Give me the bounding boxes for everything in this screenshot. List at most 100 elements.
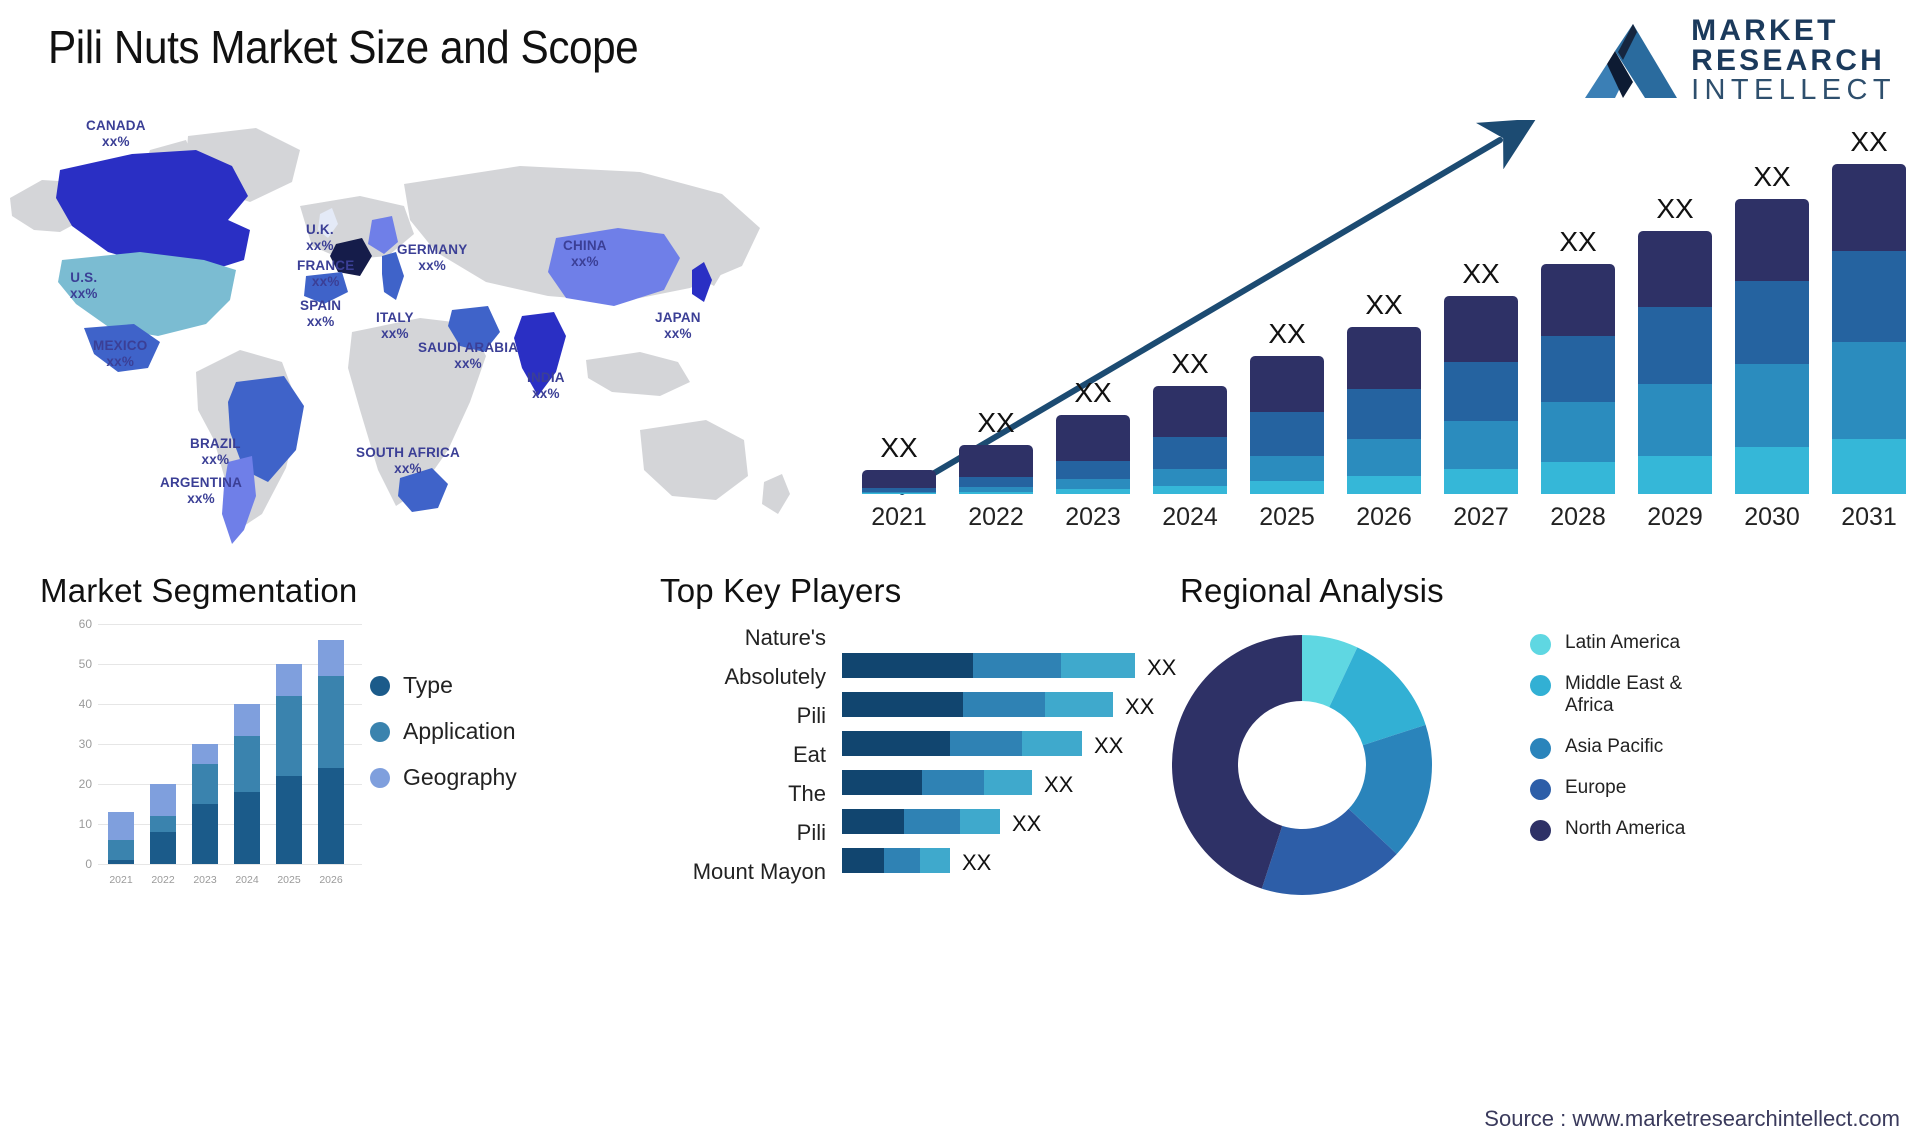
segmentation-bar	[318, 640, 344, 864]
growth-bar-segment	[1638, 230, 1712, 308]
player-bar-segment	[842, 848, 884, 873]
growth-year-label: 2022	[968, 503, 1024, 531]
player-bar-segment	[960, 809, 1000, 834]
legend-dot-icon	[370, 721, 390, 742]
map-label-name: ARGENTINA	[160, 475, 243, 490]
growth-year-label: 2027	[1453, 503, 1509, 531]
growth-bar-segment	[959, 444, 1033, 477]
segmentation-bar-segment	[234, 792, 260, 864]
growth-bar-segment	[1056, 460, 1130, 479]
regional-legend-item: Europe	[1530, 777, 1715, 800]
segmentation-x-label: 2024	[235, 874, 259, 886]
segmentation-legend-item: Type	[370, 672, 517, 699]
map-label-u-k: U.K. xx%	[306, 222, 334, 253]
segmentation-bar-segment	[150, 832, 176, 864]
player-bar-segment	[920, 848, 950, 873]
map-label-canada: CANADA xx%	[86, 118, 146, 149]
growth-bar-segment	[959, 476, 1033, 487]
segmentation-bar-segment	[108, 860, 134, 864]
player-bar-segment	[842, 731, 950, 756]
legend-dot-icon	[1530, 634, 1551, 655]
player-name: Nature's	[744, 624, 826, 650]
map-label-brazil: BRAZIL xx%	[190, 436, 241, 467]
growth-bar-value: XX	[1171, 347, 1209, 379]
growth-bar-value: XX	[1462, 257, 1500, 289]
player-name: The	[788, 780, 826, 806]
map-label-south-africa: SOUTH AFRICA xx%	[356, 445, 460, 476]
growth-bar-chart: XX XX XX XX XX XX XX XX XX XX XX 2021 2022 2023 2024 2…	[840, 120, 1910, 540]
map-label-name: CANADA	[86, 118, 146, 133]
segmentation-gridline	[98, 624, 362, 625]
segmentation-bar-segment	[192, 804, 218, 864]
growth-bar-segment	[1735, 199, 1809, 281]
segmentation-x-label: 2026	[319, 874, 343, 886]
map-label-name: SAUDI ARABIA	[418, 340, 519, 355]
growth-bar-segment	[1832, 250, 1906, 343]
regional-legend-item: Asia Pacific	[1530, 736, 1715, 759]
growth-bar-segment	[1250, 412, 1324, 456]
growth-bar-segment	[1735, 364, 1809, 448]
segmentation-legend-label: Geography	[403, 764, 517, 790]
map-label-value: xx%	[70, 285, 98, 301]
legend-dot-icon	[1530, 737, 1551, 759]
segmentation-y-tick: 40	[78, 697, 92, 711]
map-label-name: JAPAN	[655, 310, 701, 325]
segmentation-legend-item: Geography	[370, 764, 517, 791]
map-label-spain: SPAIN xx%	[300, 298, 341, 329]
top-key-players-title: Top Key Players	[660, 572, 902, 609]
brand-logo: MARKET RESEARCH INTELLECT	[1585, 16, 1896, 105]
growth-bar-segment	[1832, 439, 1906, 494]
growth-bar-segment	[1638, 384, 1712, 456]
logo-line-3: INTELLECT	[1691, 74, 1896, 106]
segmentation-gridline	[98, 864, 362, 865]
segmentation-bar-segment	[234, 704, 260, 736]
growth-bar-value: XX	[1850, 126, 1888, 157]
growth-year-label: 2030	[1744, 503, 1800, 531]
world-map: CANADA xx% U.S. xx% MEXICO xx% BRAZIL xx% ARGENT…	[0, 110, 830, 580]
player-bar	[842, 809, 1000, 834]
player-bar	[842, 770, 1032, 795]
player-bar-segment	[963, 692, 1045, 717]
regional-analysis-section: Regional Analysis Latin America Middle Ea…	[1160, 572, 1920, 952]
map-label-value: xx%	[306, 313, 335, 329]
growth-bar-segment	[1250, 355, 1324, 413]
growth-bar-segment	[1056, 489, 1130, 494]
growth-bar-segment	[1347, 389, 1421, 440]
market-segmentation-title: Market Segmentation	[40, 572, 358, 609]
segmentation-x-label: 2023	[193, 874, 217, 886]
player-bar-segment	[950, 731, 1022, 756]
map-label-name: INDIA	[527, 370, 565, 385]
segmentation-bar-segment	[150, 784, 176, 816]
legend-dot-icon	[1530, 778, 1551, 800]
growth-bar-segment	[862, 493, 936, 494]
growth-bar-segment	[1347, 439, 1421, 476]
map-label-value: xx%	[381, 325, 409, 341]
map-label-value: xx%	[187, 490, 215, 506]
map-label-name: SPAIN	[300, 298, 342, 313]
player-bar-segment	[842, 809, 904, 834]
growth-bar-segment	[1735, 280, 1809, 365]
player-name: Absolutely	[724, 663, 826, 689]
growth-year-label: 2023	[1065, 503, 1121, 531]
growth-bar	[1541, 264, 1615, 494]
growth-bar-value: XX	[1268, 317, 1306, 349]
map-label-saudi-arabia: SAUDI ARABIA xx%	[418, 340, 518, 371]
map-label-value: xx%	[106, 353, 135, 369]
growth-bar	[1735, 199, 1809, 494]
segmentation-bar	[150, 784, 176, 864]
map-label-china: CHINA xx%	[563, 238, 607, 269]
segmentation-x-label: 2025	[277, 874, 301, 886]
map-label-value: xx%	[664, 325, 692, 341]
growth-bar-segment	[1444, 420, 1518, 469]
segmentation-bar-segment	[318, 676, 344, 768]
player-name: Pili	[796, 702, 826, 728]
growth-year-label: 2026	[1356, 503, 1412, 531]
growth-bar	[1153, 385, 1227, 494]
map-label-italy: ITALY xx%	[376, 310, 414, 341]
segmentation-y-tick: 60	[78, 617, 92, 631]
growth-bar-segment	[1153, 485, 1227, 494]
map-label-mexico: MEXICO xx%	[93, 338, 147, 369]
segmentation-legend: Type Application Geography	[370, 672, 517, 810]
map-label-value: xx%	[418, 257, 447, 273]
growth-bar-value: XX	[977, 406, 1015, 438]
